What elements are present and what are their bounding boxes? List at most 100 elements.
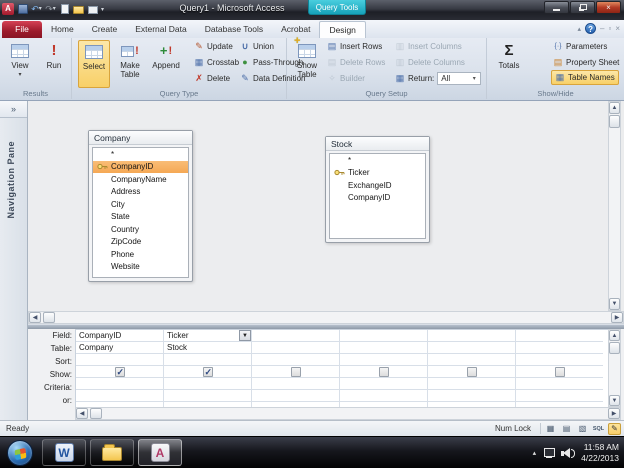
table-names-button[interactable]: ▦ Table Names: [551, 70, 619, 85]
grid-cell-sort[interactable]: [340, 354, 427, 366]
delete-rows-button[interactable]: ▤ Delete Rows: [327, 55, 386, 70]
table-field-row[interactable]: State: [93, 211, 188, 224]
customize-qat-icon[interactable]: ▾: [101, 6, 104, 13]
doc-restore-icon[interactable]: ▫: [608, 24, 611, 33]
insert-rows-button[interactable]: ▤ Insert Rows: [327, 39, 383, 54]
grid-cell-field[interactable]: Ticker ▼: [164, 330, 251, 342]
select-button[interactable]: Select: [78, 40, 110, 88]
run-button[interactable]: ! Run: [38, 40, 70, 88]
builder-button[interactable]: ✧ Builder: [327, 71, 365, 86]
clock[interactable]: 11:58 AM 4/22/2013: [581, 442, 619, 464]
grid-cell-sort[interactable]: [428, 354, 515, 366]
delete-button[interactable]: ✗ Delete: [194, 71, 230, 86]
show-checkbox[interactable]: [466, 366, 477, 377]
vscroll-thumb[interactable]: [609, 115, 620, 128]
table-card-company[interactable]: Company * CompanyID CompanyName Address City S…: [88, 130, 193, 282]
expand-nav-pane-chevron[interactable]: »: [0, 101, 27, 118]
tab-database-tools[interactable]: Database Tools: [196, 21, 272, 38]
hscroll-thumb[interactable]: [43, 312, 55, 323]
vscroll-thumb[interactable]: [609, 342, 620, 354]
return-dropdown[interactable]: All ▾: [437, 72, 482, 85]
grid-cell-criteria[interactable]: [252, 378, 339, 390]
access-app-icon[interactable]: A: [2, 3, 14, 15]
grid-cell-show[interactable]: [340, 366, 427, 378]
grid-hscrollbar[interactable]: ◀ ▶: [75, 407, 621, 420]
start-button[interactable]: [7, 440, 33, 466]
show-checkbox[interactable]: [290, 366, 301, 377]
navigation-pane-collapsed[interactable]: » Navigation Pane: [0, 101, 28, 420]
table-field-row[interactable]: Phone: [93, 248, 188, 261]
diagram-vscrollbar[interactable]: ▲ ▼: [608, 101, 621, 311]
scroll-down-icon[interactable]: ▼: [609, 298, 620, 310]
tab-design[interactable]: Design: [319, 21, 366, 38]
sql-view-button[interactable]: SQL: [592, 423, 605, 435]
scroll-down-icon[interactable]: ▼: [609, 395, 620, 406]
datasheet-view-button[interactable]: ▦: [544, 423, 557, 435]
grid-cell-field[interactable]: [516, 330, 603, 342]
show-table-button[interactable]: + Show Table: [291, 36, 323, 88]
union-button[interactable]: ∪ Union: [240, 39, 274, 54]
network-icon[interactable]: [542, 447, 556, 459]
table-field-row[interactable]: City: [93, 198, 188, 211]
file-tab[interactable]: File: [2, 21, 42, 38]
grid-cell-or[interactable]: [252, 390, 339, 402]
grid-cell-or[interactable]: [76, 390, 163, 402]
update-button[interactable]: ✎ Update: [194, 39, 233, 54]
design-view-button[interactable]: ✎: [608, 422, 621, 435]
doc-minimize-icon[interactable]: –: [600, 24, 604, 33]
grid-cell-field[interactable]: [252, 330, 339, 342]
grid-cell-show[interactable]: [252, 366, 339, 378]
email-icon[interactable]: [87, 4, 98, 15]
view-button[interactable]: View ▾: [4, 40, 36, 88]
append-button[interactable]: +! Append: [149, 40, 183, 88]
grid-cell-table[interactable]: Stock: [164, 342, 251, 354]
scroll-left-icon[interactable]: ◀: [76, 408, 88, 419]
minimize-ribbon-icon[interactable]: ▴: [578, 25, 582, 33]
scroll-right-icon[interactable]: ▶: [611, 312, 623, 323]
table-field-row[interactable]: CompanyID: [330, 192, 425, 205]
table-field-row[interactable]: CompanyID: [93, 160, 188, 173]
make-table-button[interactable]: ! Make Table: [113, 40, 147, 88]
scroll-up-icon[interactable]: ▲: [609, 102, 620, 114]
insert-columns-button[interactable]: ▥ Insert Columns: [395, 39, 462, 54]
table-field-row[interactable]: Ticker: [330, 167, 425, 180]
table-field-row[interactable]: Website: [93, 261, 188, 274]
grid-cell-or[interactable]: [428, 390, 515, 402]
grid-cell-sort[interactable]: [164, 354, 251, 366]
grid-cell-table[interactable]: [428, 342, 515, 354]
property-sheet-button[interactable]: ▤ Property Sheet: [553, 55, 620, 70]
minimize-button[interactable]: [544, 1, 569, 14]
diagram-hscrollbar[interactable]: ◀ ▶: [28, 311, 624, 324]
new-icon[interactable]: [59, 4, 70, 15]
tab-external-data[interactable]: External Data: [126, 21, 196, 38]
scroll-up-icon[interactable]: ▲: [609, 330, 620, 341]
close-button[interactable]: ×: [596, 1, 621, 14]
show-checkbox[interactable]: [554, 366, 565, 377]
scroll-right-icon[interactable]: ▶: [608, 408, 620, 419]
pivotchart-view-button[interactable]: ▧: [576, 423, 589, 435]
delete-columns-button[interactable]: ▥ Delete Columns: [395, 55, 465, 70]
crosstab-button[interactable]: ▦ Crosstab: [194, 55, 239, 70]
doc-close-icon[interactable]: ×: [615, 24, 620, 33]
grid-cell-criteria[interactable]: [516, 378, 603, 390]
pivottable-view-button[interactable]: ▤: [560, 423, 573, 435]
scroll-left-icon[interactable]: ◀: [29, 312, 41, 323]
table-field-row[interactable]: ZipCode: [93, 236, 188, 249]
show-checkbox[interactable]: [114, 366, 125, 377]
show-checkbox[interactable]: [202, 366, 213, 377]
table-field-row[interactable]: *: [330, 154, 425, 167]
open-icon[interactable]: [73, 4, 84, 15]
grid-cell-show[interactable]: [516, 366, 603, 378]
grid-cell-field[interactable]: [340, 330, 427, 342]
tab-create[interactable]: Create: [83, 21, 127, 38]
table-field-row[interactable]: *: [93, 148, 188, 161]
grid-cell-field[interactable]: CompanyID: [76, 330, 163, 342]
taskbar-access-button[interactable]: [138, 439, 182, 466]
tab-home[interactable]: Home: [42, 21, 83, 38]
taskbar-explorer-button[interactable]: [90, 439, 134, 466]
undo-icon[interactable]: ↶ ▾: [31, 4, 42, 15]
table-field-row[interactable]: Address: [93, 186, 188, 199]
hscroll-thumb[interactable]: [90, 408, 102, 419]
grid-cell-show[interactable]: [164, 366, 251, 378]
show-checkbox[interactable]: [378, 366, 389, 377]
